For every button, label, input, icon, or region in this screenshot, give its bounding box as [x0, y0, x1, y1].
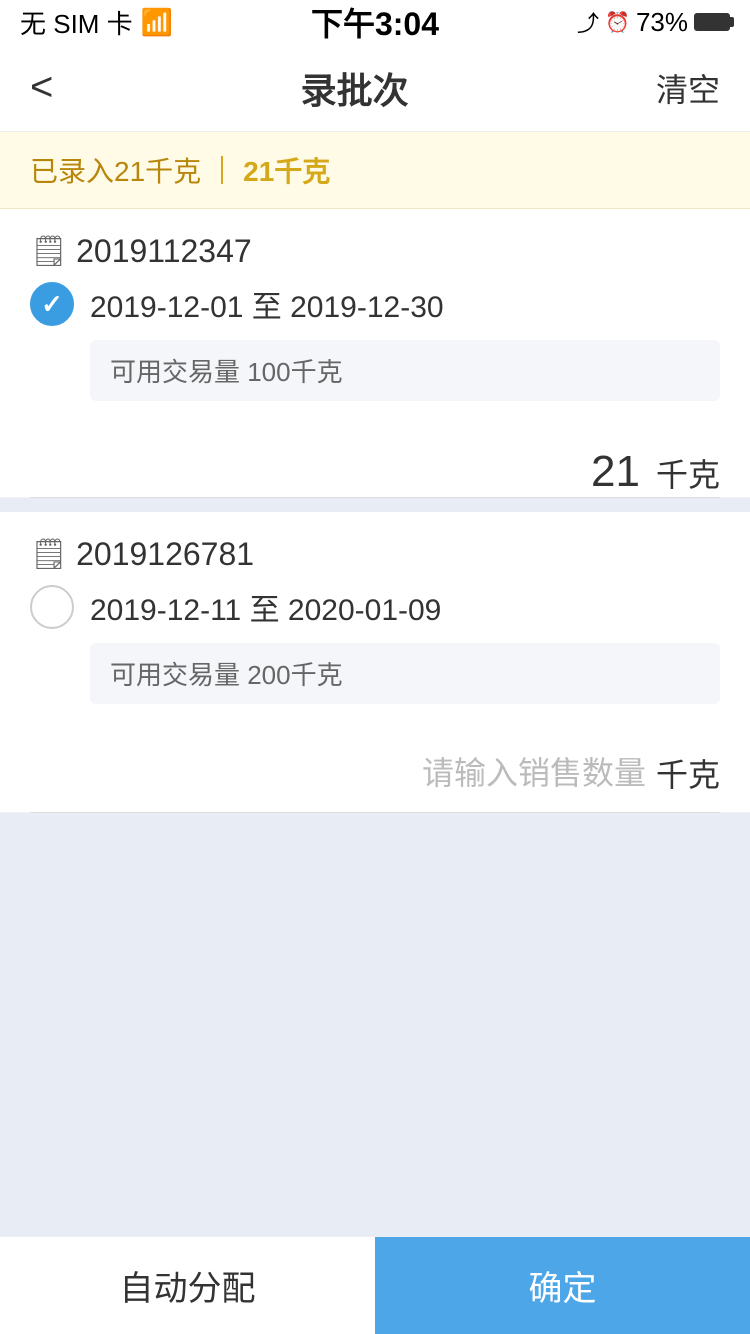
batch-2-date-range: 2019-12-11 至 2020-01-09 — [90, 585, 441, 629]
section-divider — [0, 498, 750, 512]
confirm-label: 确定 — [529, 1261, 597, 1310]
batch-2-amount-row: 千克 — [0, 740, 750, 812]
location-icon: ⤴ — [577, 6, 599, 38]
batch-2-available: 可用交易量 200千克 — [90, 643, 720, 704]
status-time: 下午3:04 — [311, 0, 439, 45]
batch-2-amount-input[interactable] — [226, 755, 646, 792]
batch-1-amount-row: 21 千克 — [0, 437, 750, 497]
batch-2-icon: 🗒 — [30, 537, 68, 572]
back-button[interactable]: < — [30, 65, 53, 110]
batch-1-date-range: 2019-12-01 至 2019-12-30 — [90, 282, 444, 326]
auto-distribute-label: 自动分配 — [120, 1261, 256, 1310]
carrier-text: 无 SIM 卡 — [20, 4, 133, 41]
batch-1-header: 🗒 2019112347 — [30, 233, 720, 270]
status-left: 无 SIM 卡 📶 — [20, 4, 173, 41]
batch-1-date-row: 2019-12-01 至 2019-12-30 — [30, 282, 720, 326]
batch-2-date-row[interactable]: 2019-12-11 至 2020-01-09 — [30, 585, 720, 629]
bottom-area — [0, 813, 750, 1273]
batch-1-amount-number: 21 — [591, 447, 640, 497]
wifi-icon: 📶 — [141, 7, 173, 38]
batch-2-id: 2019126781 — [76, 536, 254, 573]
auto-distribute-button[interactable]: 自动分配 — [0, 1237, 375, 1334]
summary-value: 21千克 — [243, 150, 330, 190]
confirm-button[interactable]: 确定 — [375, 1237, 750, 1334]
batch-1-id: 2019112347 — [76, 233, 252, 270]
clear-button[interactable]: 清空 — [656, 65, 720, 111]
footer: 自动分配 确定 — [0, 1236, 750, 1334]
batch-2-header: 🗒 2019126781 — [30, 536, 720, 573]
page-title: 录批次 — [301, 62, 409, 114]
batch-2-radio[interactable] — [30, 585, 74, 629]
summary-bar: 已录入21千克 21千克 — [0, 132, 750, 209]
batch-1-amount-unit: 千克 — [656, 450, 720, 496]
batch-2-card: 🗒 2019126781 2019-12-11 至 2020-01-09 可用交… — [0, 512, 750, 740]
batch-1-icon: 🗒 — [30, 234, 68, 269]
battery-percent: 73% — [636, 7, 688, 38]
batch-2-unit: 千克 — [656, 750, 720, 796]
batch-1-radio[interactable] — [30, 282, 74, 326]
battery-icon — [694, 13, 730, 31]
nav-bar: < 录批次 清空 — [0, 44, 750, 132]
alarm-icon: ⏰ — [605, 10, 630, 35]
status-right: ⤴ ⏰ 73% — [577, 6, 730, 38]
status-bar: 无 SIM 卡 📶 下午3:04 ⤴ ⏰ 73% — [0, 0, 750, 44]
batch-1-available: 可用交易量 100千克 — [90, 340, 720, 401]
summary-divider — [221, 156, 223, 184]
batch-1-card: 🗒 2019112347 2019-12-01 至 2019-12-30 可用交… — [0, 209, 750, 437]
recorded-label: 已录入21千克 — [30, 150, 201, 190]
